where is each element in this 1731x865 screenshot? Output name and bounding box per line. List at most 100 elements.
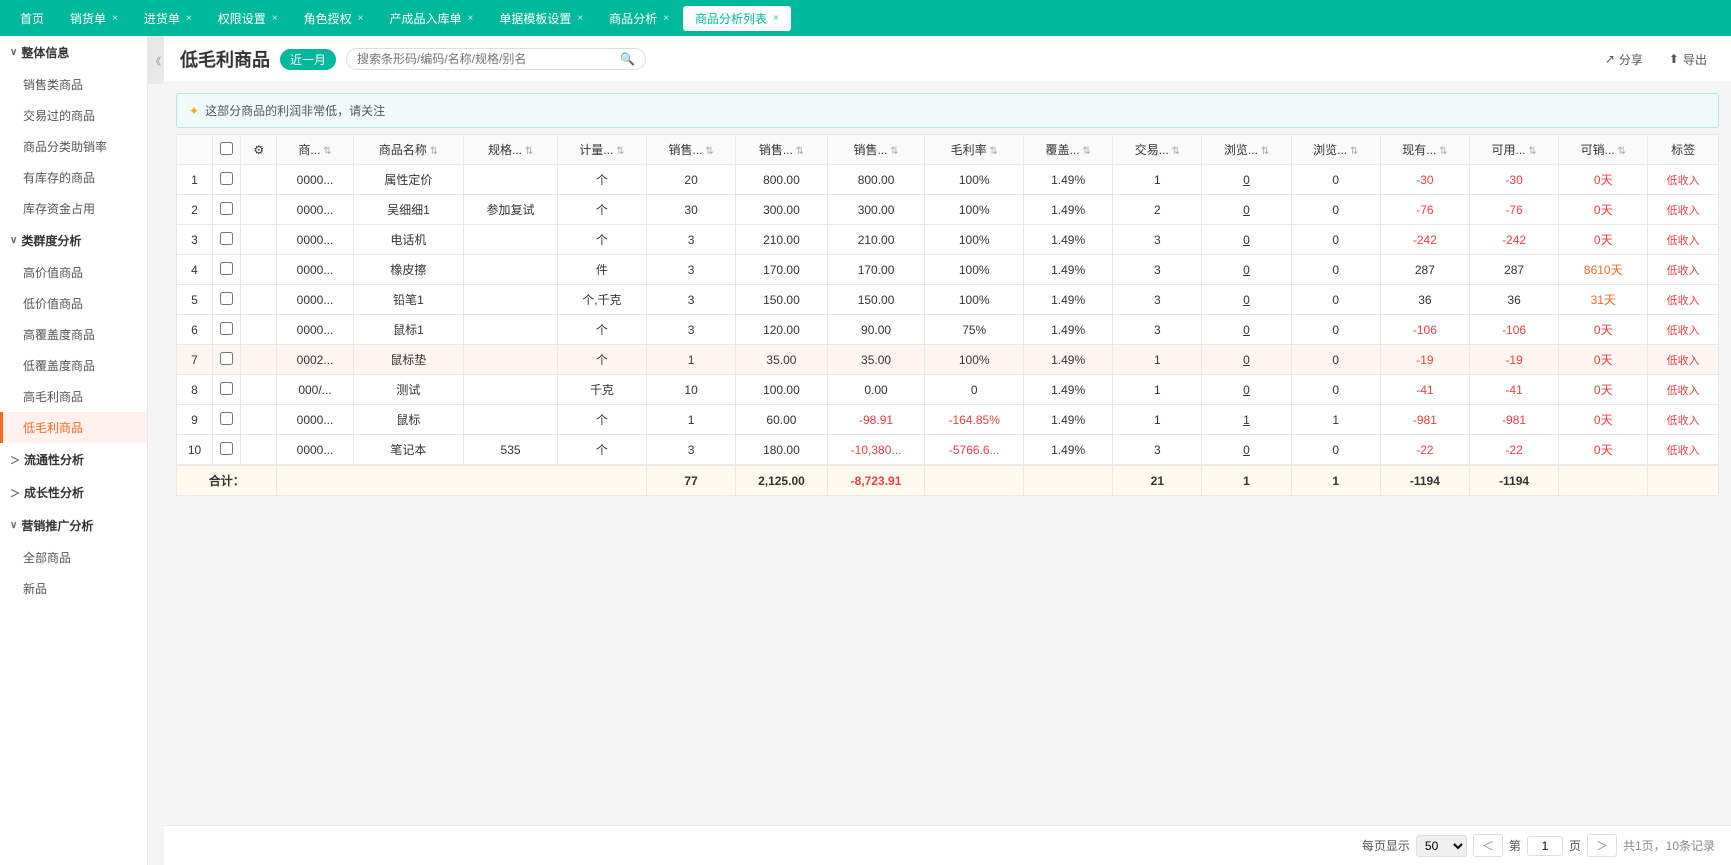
sidebar-item-category-assist[interactable]: 商品分类助销率 bbox=[0, 131, 147, 162]
nav-goods-analysis[interactable]: 商品分析 × bbox=[597, 6, 681, 31]
nav-home[interactable]: 首页 bbox=[8, 6, 56, 31]
th-current[interactable]: 现有... bbox=[1380, 135, 1469, 165]
cell-name[interactable]: 笔记本 bbox=[353, 435, 464, 466]
row-checkbox[interactable] bbox=[220, 412, 233, 425]
row-checkbox[interactable] bbox=[220, 292, 233, 305]
cell-spec bbox=[464, 285, 558, 315]
th-browse1[interactable]: 浏览... bbox=[1202, 135, 1291, 165]
cell-name[interactable]: 鼠标 bbox=[353, 405, 464, 435]
sidebar-group-cluster[interactable]: ∨ 类群度分析 bbox=[0, 224, 147, 257]
cell-check bbox=[213, 315, 241, 345]
cell-trade: 1 bbox=[1113, 165, 1202, 195]
sidebar-item-high-coverage[interactable]: 高覆盖度商品 bbox=[0, 319, 147, 350]
filter-tag[interactable]: 近一月 bbox=[280, 49, 336, 70]
collapse-sidebar-button[interactable]: 《 bbox=[148, 36, 164, 84]
th-available[interactable]: 可用... bbox=[1469, 135, 1558, 165]
sidebar-item-low-margin[interactable]: 低毛利商品 bbox=[0, 412, 147, 443]
nav-sales[interactable]: 销货单 × bbox=[58, 6, 130, 31]
cell-browse1[interactable]: 0 bbox=[1202, 165, 1291, 195]
cell-browse1[interactable]: 0 bbox=[1202, 285, 1291, 315]
sidebar-group-growth[interactable]: ＞ 成长性分析 bbox=[0, 476, 147, 509]
th-name[interactable]: 商品名称 bbox=[353, 135, 464, 165]
th-sales-price[interactable]: 销售... bbox=[736, 135, 828, 165]
next-page-button[interactable]: ＞ bbox=[1587, 834, 1617, 857]
search-icon[interactable]: 🔍 bbox=[620, 52, 635, 66]
nav-roles[interactable]: 角色授权 × bbox=[292, 6, 376, 31]
cell-browse1[interactable]: 0 bbox=[1202, 435, 1291, 466]
row-checkbox[interactable] bbox=[220, 382, 233, 395]
settings-icon[interactable]: ⚙ bbox=[253, 143, 264, 157]
cell-name[interactable]: 属性定价 bbox=[353, 165, 464, 195]
th-spec[interactable]: 规格... bbox=[464, 135, 558, 165]
cell-name[interactable]: 铅笔1 bbox=[353, 285, 464, 315]
row-checkbox[interactable] bbox=[220, 172, 233, 185]
sidebar-group-overall[interactable]: ∨ 整体信息 bbox=[0, 36, 147, 69]
cell-name[interactable]: 鼠标垫 bbox=[353, 345, 464, 375]
prev-page-button[interactable]: ＜ bbox=[1473, 834, 1503, 857]
row-checkbox[interactable] bbox=[220, 442, 233, 455]
table-row: 1 0000... 属性定价 个 20 800.00 800.00 100% 1… bbox=[177, 165, 1719, 195]
th-sales-qty[interactable]: 销售... bbox=[646, 135, 735, 165]
sidebar-item-stock-goods[interactable]: 有库存的商品 bbox=[0, 162, 147, 193]
nav-permissions[interactable]: 权限设置 × bbox=[206, 6, 290, 31]
cell-browse1[interactable]: 0 bbox=[1202, 225, 1291, 255]
sidebar-item-stock-capital[interactable]: 库存资金占用 bbox=[0, 193, 147, 224]
th-sales-amount[interactable]: 销售... bbox=[827, 135, 925, 165]
nav-product-entry[interactable]: 产成品入库单 × bbox=[377, 6, 485, 31]
nav-close-goods-analysis[interactable]: × bbox=[663, 13, 669, 24]
th-settings[interactable]: ⚙ bbox=[241, 135, 277, 165]
nav-template[interactable]: 单据模板设置 × bbox=[487, 6, 595, 31]
export-button[interactable]: ⬆ 导出 bbox=[1661, 47, 1715, 72]
th-unit[interactable]: 计量... bbox=[557, 135, 646, 165]
check-all[interactable] bbox=[220, 142, 233, 155]
sidebar-item-all-goods[interactable]: 全部商品 bbox=[0, 542, 147, 573]
sidebar-item-low-coverage[interactable]: 低覆盖度商品 bbox=[0, 350, 147, 381]
row-checkbox[interactable] bbox=[220, 352, 233, 365]
page-size-select[interactable]: 50 100 200 bbox=[1416, 835, 1467, 857]
cell-browse1[interactable]: 1 bbox=[1202, 405, 1291, 435]
th-coverage[interactable]: 覆盖... bbox=[1024, 135, 1113, 165]
nav-close-permissions[interactable]: × bbox=[272, 13, 278, 24]
page-input[interactable] bbox=[1527, 836, 1563, 856]
cell-browse1[interactable]: 0 bbox=[1202, 345, 1291, 375]
nav-close-goods-analysis-list[interactable]: × bbox=[773, 13, 779, 24]
sidebar-item-sales-goods[interactable]: 销售类商品 bbox=[0, 69, 147, 100]
table-row: 9 0000... 鼠标 个 1 60.00 -98.91 -164.85% 1… bbox=[177, 405, 1719, 435]
sidebar-group-flow[interactable]: ＞ 流通性分析 bbox=[0, 443, 147, 476]
search-input[interactable] bbox=[357, 52, 614, 66]
th-trade[interactable]: 交易... bbox=[1113, 135, 1202, 165]
row-checkbox[interactable] bbox=[220, 322, 233, 335]
sidebar-item-traded-goods[interactable]: 交易过的商品 bbox=[0, 100, 147, 131]
nav-purchase[interactable]: 进货单 × bbox=[132, 6, 204, 31]
sidebar-item-low-value[interactable]: 低价值商品 bbox=[0, 288, 147, 319]
sidebar-group-marketing[interactable]: ∨ 营销推广分析 bbox=[0, 509, 147, 542]
cell-name[interactable]: 吴细细1 bbox=[353, 195, 464, 225]
nav-close-purchase[interactable]: × bbox=[186, 13, 192, 24]
cell-browse1[interactable]: 0 bbox=[1202, 255, 1291, 285]
cell-browse1[interactable]: 0 bbox=[1202, 315, 1291, 345]
row-checkbox[interactable] bbox=[220, 202, 233, 215]
nav-close-product-entry[interactable]: × bbox=[467, 13, 473, 24]
nav-close-sales[interactable]: × bbox=[112, 13, 118, 24]
sidebar-item-high-margin[interactable]: 高毛利商品 bbox=[0, 381, 147, 412]
row-checkbox[interactable] bbox=[220, 262, 233, 275]
cell-browse1[interactable]: 0 bbox=[1202, 375, 1291, 405]
nav-close-template[interactable]: × bbox=[577, 13, 583, 24]
th-code[interactable]: 商... bbox=[277, 135, 353, 165]
row-checkbox[interactable] bbox=[220, 232, 233, 245]
cell-name[interactable]: 电话机 bbox=[353, 225, 464, 255]
nav-goods-analysis-list[interactable]: 商品分析列表 × bbox=[683, 6, 791, 31]
sidebar-item-high-value[interactable]: 高价值商品 bbox=[0, 257, 147, 288]
nav-close-roles[interactable]: × bbox=[358, 13, 364, 24]
cell-name[interactable]: 橡皮擦 bbox=[353, 255, 464, 285]
th-browse2[interactable]: 浏览... bbox=[1291, 135, 1380, 165]
share-button[interactable]: ↗ 分享 bbox=[1597, 47, 1651, 72]
cell-coverage: 1.49% bbox=[1024, 405, 1113, 435]
th-sellable[interactable]: 可销... bbox=[1559, 135, 1648, 165]
cell-tag: 低收入 bbox=[1648, 375, 1719, 405]
th-gross-rate[interactable]: 毛利率 bbox=[925, 135, 1024, 165]
sidebar-item-new-goods[interactable]: 新品 bbox=[0, 573, 147, 604]
cell-name[interactable]: 鼠标1 bbox=[353, 315, 464, 345]
cell-browse1[interactable]: 0 bbox=[1202, 195, 1291, 225]
cell-name[interactable]: 测试 bbox=[353, 375, 464, 405]
